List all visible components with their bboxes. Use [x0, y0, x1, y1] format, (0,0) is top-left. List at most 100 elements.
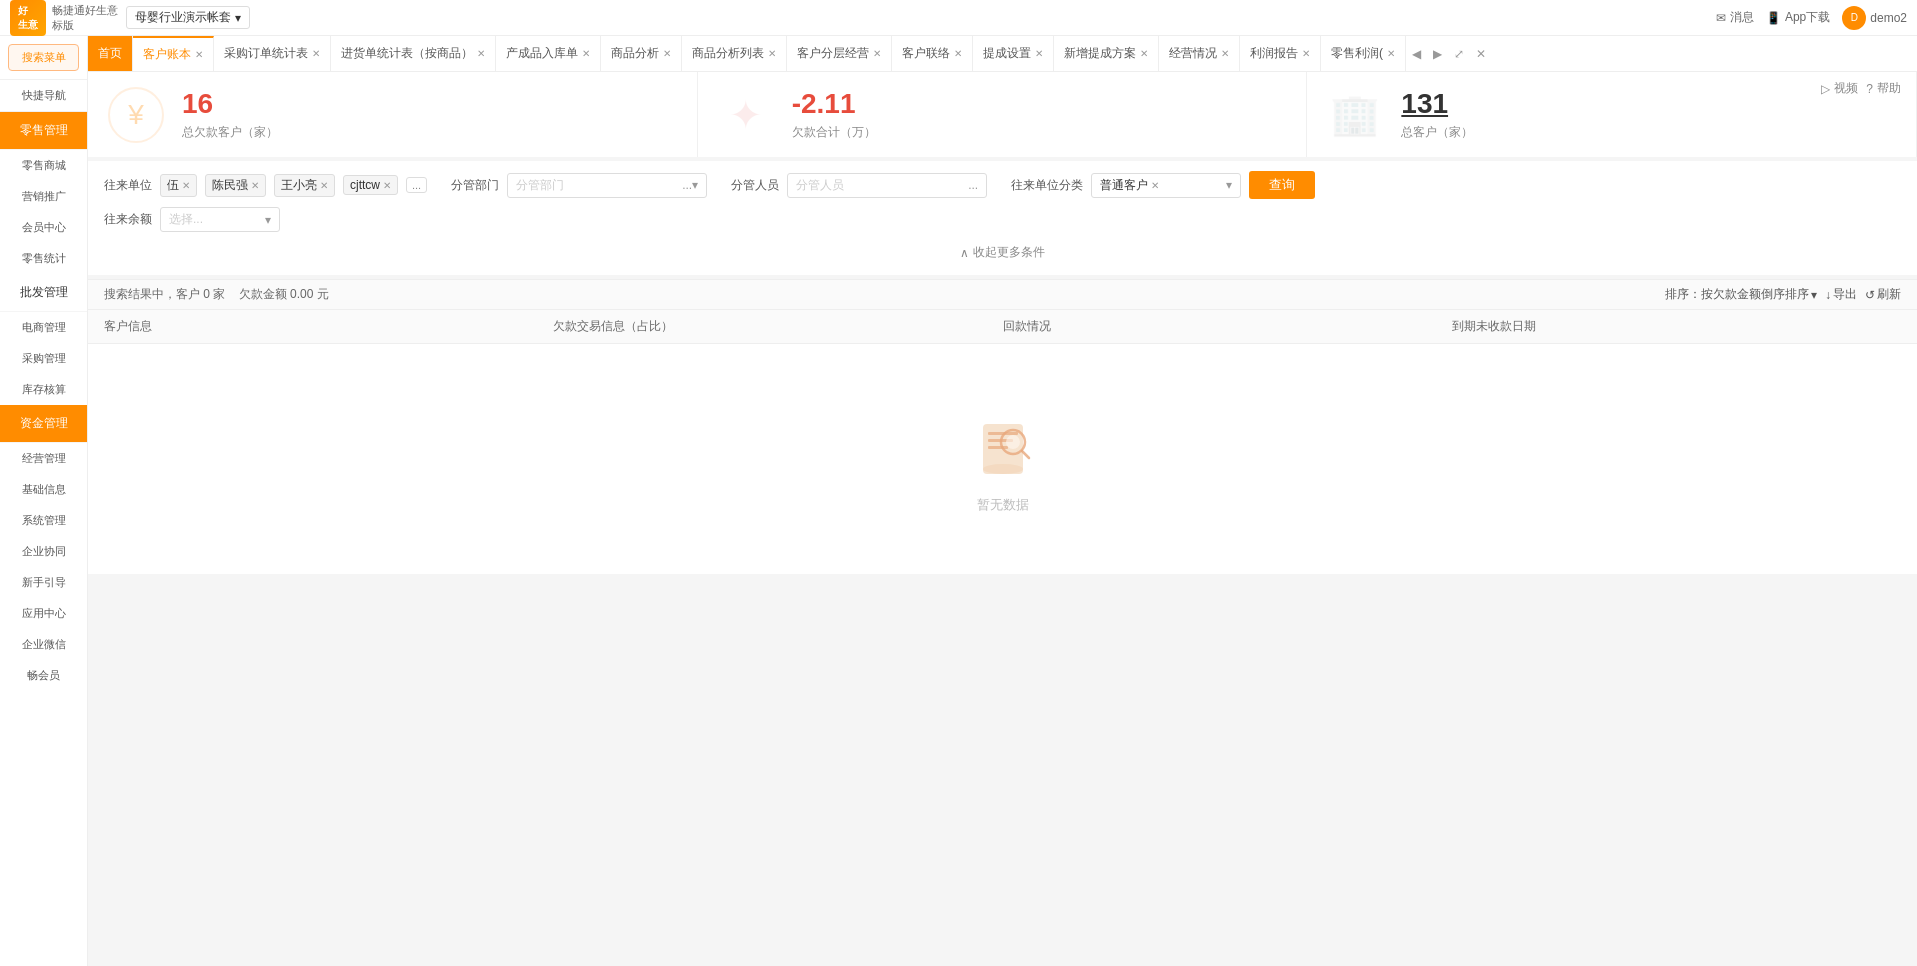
- tab-close-entry[interactable]: ✕: [582, 48, 590, 59]
- sidebar-item-corp-wechat[interactable]: 企业微信: [0, 629, 87, 660]
- sidebar-item-retail-stats[interactable]: 零售统计: [0, 243, 87, 274]
- tab-close-ops[interactable]: ✕: [1221, 48, 1229, 59]
- stat-total-debt-customers-text: 16 总欠款客户（家）: [182, 88, 278, 141]
- search-menu-btn[interactable]: 搜索菜单: [8, 44, 79, 71]
- tab-close-segment[interactable]: ✕: [873, 48, 881, 59]
- tab-close-promotion[interactable]: ✕: [1035, 48, 1043, 59]
- tab-home[interactable]: 首页: [88, 36, 133, 71]
- filter-tag-more[interactable]: ...: [406, 177, 427, 193]
- sidebar-item-app-center[interactable]: 应用中心: [0, 598, 87, 629]
- amount-select[interactable]: 选择... ▾: [160, 207, 280, 232]
- quick-nav-btn[interactable]: 快捷导航: [0, 80, 87, 112]
- sidebar-item-retail-mall[interactable]: 零售商城: [0, 150, 87, 181]
- sidebar-item-ecom-mgmt[interactable]: 电商管理: [0, 312, 87, 343]
- tab-customer-segment[interactable]: 客户分层经营 ✕: [787, 36, 892, 71]
- stat-total-customers-value[interactable]: 131: [1401, 88, 1473, 120]
- tabs-maximize-btn[interactable]: ⤢: [1448, 36, 1470, 71]
- sidebar-item-new-guide[interactable]: 新手引导: [0, 567, 87, 598]
- tab-retail-profit[interactable]: 零售利润( ✕: [1321, 36, 1406, 71]
- sidebar-item-corp-collab[interactable]: 企业协同: [0, 536, 87, 567]
- tab-close-analysis[interactable]: ✕: [663, 48, 671, 59]
- empty-text: 暂无数据: [977, 496, 1029, 514]
- tabs-bar: 首页 客户账本 ✕ 采购订单统计表 ✕ 进货单统计表（按商品） ✕ 产成品入库单…: [88, 36, 1917, 72]
- empty-icon: [963, 404, 1043, 484]
- sidebar-item-purchase-mgmt[interactable]: 采购管理: [0, 343, 87, 374]
- sidebar-item-finance-mgmt[interactable]: 资金管理: [0, 405, 87, 443]
- filter-tag-cjttcw: cjttcw ✕: [343, 175, 398, 195]
- tab-close-retail-profit[interactable]: ✕: [1387, 48, 1395, 59]
- tab-close-purchase[interactable]: ✕: [312, 48, 320, 59]
- dept-chevron-icon: ▾: [692, 178, 698, 192]
- svg-point-6: [1006, 435, 1020, 449]
- message-btn[interactable]: ✉ 消息: [1716, 9, 1754, 26]
- debt-customers-icon: ¥: [108, 87, 164, 143]
- tab-close-new-promotion[interactable]: ✕: [1140, 48, 1148, 59]
- person-more-btn[interactable]: ...: [968, 178, 978, 192]
- unit-category-label: 往来单位分类: [1011, 177, 1083, 194]
- stat-debt-amount-text: -2.11 欠款合计（万）: [792, 88, 876, 141]
- filter-tag-unit-close[interactable]: ✕: [182, 180, 190, 191]
- result-text: 搜索结果中，客户 0 家 欠款金额 0.00 元: [104, 286, 329, 303]
- tab-new-promotion[interactable]: 新增提成方案 ✕: [1054, 36, 1159, 71]
- tab-stock-stats[interactable]: 进货单统计表（按商品） ✕: [331, 36, 496, 71]
- refresh-btn[interactable]: ↺ 刷新: [1865, 286, 1901, 303]
- sidebar-item-member-center[interactable]: 会员中心: [0, 212, 87, 243]
- collapse-up-icon: ∧: [960, 246, 969, 260]
- filter-tag-common-customer: 普通客户 ✕: [1100, 177, 1159, 194]
- category-chevron-icon: ▾: [1226, 178, 1232, 192]
- filter-tag-wang-close[interactable]: ✕: [320, 180, 328, 191]
- tab-customer-contact[interactable]: 客户联络 ✕: [892, 36, 973, 71]
- company-selector[interactable]: 母婴行业演示帐套 ▾: [126, 6, 250, 29]
- tab-purchase-order-stats[interactable]: 采购订单统计表 ✕: [214, 36, 331, 71]
- tab-product-analysis-list[interactable]: 商品分析列表 ✕: [682, 36, 787, 71]
- sidebar-item-retail-mgmt[interactable]: 零售管理: [0, 112, 87, 150]
- tabs-next-btn[interactable]: ▶: [1427, 36, 1448, 71]
- sidebar-item-ops-mgmt[interactable]: 经营管理: [0, 443, 87, 474]
- tab-close-stock[interactable]: ✕: [477, 48, 485, 59]
- sidebar-item-marketing[interactable]: 营销推广: [0, 181, 87, 212]
- download-icon: 📱: [1766, 11, 1781, 25]
- tab-close-profit[interactable]: ✕: [1302, 48, 1310, 59]
- query-button[interactable]: 查询: [1249, 171, 1315, 199]
- tab-product-stock-entry[interactable]: 产成品入库单 ✕: [496, 36, 601, 71]
- video-btn[interactable]: ▷ 视频: [1821, 80, 1858, 97]
- sidebar-item-sys-mgmt[interactable]: 系统管理: [0, 505, 87, 536]
- filter-tag-cjttcw-close[interactable]: ✕: [383, 180, 391, 191]
- person-filter-label: 分管人员: [731, 177, 779, 194]
- filter-tag-chen-close[interactable]: ✕: [251, 180, 259, 191]
- tab-ops-situation[interactable]: 经营情况 ✕: [1159, 36, 1240, 71]
- sort-btn[interactable]: 排序：按欠款金额倒序排序 ▾: [1665, 286, 1817, 303]
- tabs-prev-btn[interactable]: ◀: [1406, 36, 1427, 71]
- help-btn[interactable]: ? 帮助: [1866, 80, 1901, 97]
- table-header: 客户信息 欠款交易信息（占比） 回款情况 到期未收款日期: [88, 310, 1917, 344]
- tab-profit-report[interactable]: 利润报告 ✕: [1240, 36, 1321, 71]
- sidebar-item-batch-mgmt[interactable]: 批发管理: [0, 274, 87, 312]
- unit-category-select[interactable]: 普通客户 ✕ ▾: [1091, 173, 1241, 198]
- app-container: 搜索菜单 快捷导航 零售管理 零售商城 营销推广 会员中心 零售统计 批发管理 …: [0, 36, 1917, 966]
- person-select[interactable]: 分管人员 ...: [787, 173, 987, 198]
- sidebar-item-inventory[interactable]: 库存核算: [0, 374, 87, 405]
- refresh-icon: ↺: [1865, 288, 1875, 302]
- stat-debt-amount-label: 欠款合计（万）: [792, 124, 876, 141]
- user-avatar-btn[interactable]: D demo2: [1842, 6, 1907, 30]
- filter-tag-common-close[interactable]: ✕: [1151, 180, 1159, 191]
- sidebar-item-basic-info[interactable]: 基础信息: [0, 474, 87, 505]
- tab-close-analysis-list[interactable]: ✕: [768, 48, 776, 59]
- sidebar-item-vip-member[interactable]: 畅会员: [0, 660, 87, 691]
- dept-select[interactable]: 分管部门 ... ▾: [507, 173, 707, 198]
- tab-product-analysis[interactable]: 商品分析 ✕: [601, 36, 682, 71]
- tab-close-customer-book[interactable]: ✕: [195, 49, 203, 60]
- tabs-close-all-btn[interactable]: ✕: [1470, 36, 1492, 71]
- top-bar: 好生意 畅捷通好生意 标版 母婴行业演示帐套 ▾ ✉ 消息 📱 App下载 D …: [0, 0, 1917, 36]
- tab-promotion-settings[interactable]: 提成设置 ✕: [973, 36, 1054, 71]
- collapse-filter-btn[interactable]: ∧ 收起更多条件: [960, 244, 1045, 261]
- tab-close-contact[interactable]: ✕: [954, 48, 962, 59]
- app-download-btn[interactable]: 📱 App下载: [1766, 9, 1830, 26]
- export-btn[interactable]: ↓ 导出: [1825, 286, 1857, 303]
- dept-more-btn[interactable]: ...: [682, 178, 692, 192]
- filter-tag-chenminqiang: 陈民强 ✕: [205, 174, 266, 197]
- result-actions: 排序：按欠款金额倒序排序 ▾ ↓ 导出 ↺ 刷新: [1665, 286, 1901, 303]
- amount-chevron-icon: ▾: [265, 213, 271, 227]
- stat-card-debt-amount: ✦ -2.11 欠款合计（万）: [698, 72, 1308, 157]
- tab-customer-book[interactable]: 客户账本 ✕: [133, 36, 214, 71]
